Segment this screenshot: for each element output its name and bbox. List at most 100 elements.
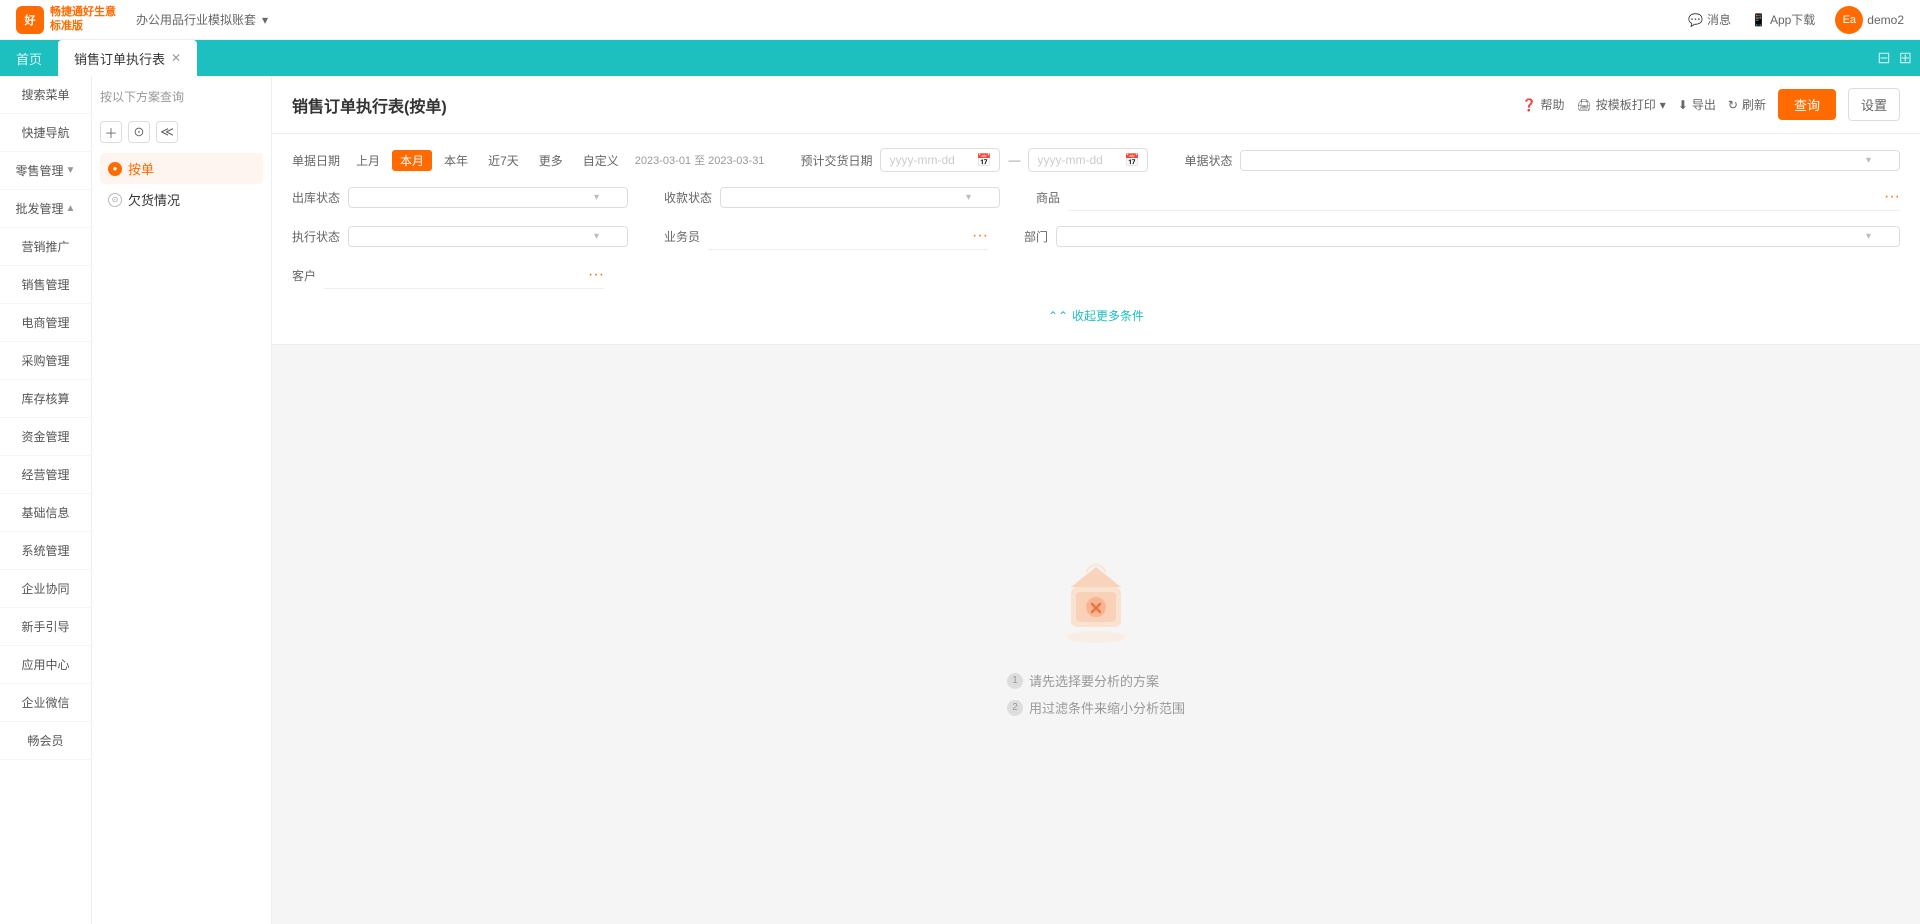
content-area: 销售订单执行表(按单) ❓ 帮助 🖨 按模板打印 ▾ ⬇ 导出 ↻ 刷新 [272, 76, 1920, 924]
sidebar-item-inventory[interactable]: 库存核算 [0, 380, 91, 418]
salesman-label: 业务员 [664, 228, 700, 245]
left-panel: 按以下方案查询 ＋ ⊙ ≪ ● 按单 ⊙ 欠货情况 [92, 76, 272, 924]
shipment-label: 出库状态 [292, 189, 340, 206]
empty-illustration [1046, 552, 1146, 655]
message-button[interactable]: 💬 消息 [1688, 11, 1731, 28]
execution-select[interactable]: ▾ [348, 226, 628, 247]
print-icon: 🖨 [1577, 98, 1592, 112]
date-separator: — [1008, 153, 1020, 167]
sidebar-item-apps[interactable]: 应用中心 [0, 646, 91, 684]
logo-area: 好 畅捷通好生意 标准版 [16, 6, 116, 34]
department-select[interactable]: ▾ [1056, 226, 1900, 247]
status-label: 单据状态 [1184, 152, 1232, 169]
query-button[interactable]: 查询 [1778, 89, 1836, 120]
sidebar: 搜索菜单 快捷导航 零售管理 ▼ 批发管理 ▲ 营销推广 销售管理 电商管理 采… [0, 76, 92, 924]
edit-scheme-button[interactable]: ⊙ [128, 121, 150, 143]
date-tab-this-year[interactable]: 本年 [436, 150, 476, 171]
filter-payment-group: 收款状态 ▾ [664, 187, 1000, 208]
print-dropdown-icon[interactable]: ▾ [1660, 98, 1666, 112]
sidebar-item-search[interactable]: 搜索菜单 [0, 76, 91, 114]
message-icon: 💬 [1688, 13, 1703, 27]
filter-panel: 单据日期 上月 本月 本年 近7天 更多 自定义 2023-03-01 至 20… [272, 134, 1920, 345]
sidebar-item-wechat[interactable]: 企业微信 [0, 684, 91, 722]
export-button[interactable]: ⬇ 导出 [1678, 96, 1716, 113]
top-header: 好 畅捷通好生意 标准版 办公用品行业模拟账套 ▾ 💬 消息 📱 App下载 E… [0, 0, 1920, 40]
goods-label: 商品 [1036, 189, 1060, 206]
tab-close-icon[interactable]: ✕ [171, 51, 181, 65]
expected-date-end[interactable]: yyyy-mm-dd 📅 [1028, 148, 1148, 172]
sidebar-item-retail[interactable]: 零售管理 ▼ [0, 152, 91, 190]
sidebar-item-finance[interactable]: 资金管理 [0, 418, 91, 456]
filter-row-2: 出库状态 ▾ 收款状态 ▾ 商品 ··· [292, 184, 1900, 211]
breadcrumb-dropdown-icon[interactable]: ▾ [262, 13, 268, 27]
collapse-panel-button[interactable]: ≪ [156, 121, 178, 143]
sidebar-item-shortcuts[interactable]: 快捷导航 [0, 114, 91, 152]
payment-caret-icon: ▾ [966, 192, 971, 203]
dot-order: ● [108, 162, 122, 176]
filter-shipment-group: 出库状态 ▾ [292, 187, 628, 208]
date-range-text: 2023-03-01 至 2023-03-31 [635, 152, 765, 168]
tab-minimize-icon[interactable]: ⊟ [1877, 48, 1890, 68]
date-tab-custom[interactable]: 自定义 [575, 150, 627, 171]
collapse-chevron-icon: ⌃⌃ [1048, 309, 1068, 323]
help-button[interactable]: ❓ 帮助 [1522, 96, 1565, 113]
filter-salesman-group: 业务员 ··· [664, 223, 988, 250]
shipment-select[interactable]: ▾ [348, 187, 628, 208]
add-scheme-button[interactable]: ＋ [100, 121, 122, 143]
refresh-button[interactable]: ↻ 刷新 [1728, 96, 1766, 113]
date-tab-more[interactable]: 更多 [531, 150, 571, 171]
tab-maximize-icon[interactable]: ⊞ [1899, 48, 1912, 68]
filter-expected-date-group: 预计交货日期 yyyy-mm-dd 📅 — yyyy-mm-dd 📅 [800, 148, 1148, 172]
payment-select[interactable]: ▾ [720, 187, 1000, 208]
date-tab-this-month[interactable]: 本月 [392, 150, 432, 171]
date-tab-last-month[interactable]: 上月 [348, 150, 388, 171]
settings-button[interactable]: 设置 [1848, 88, 1900, 121]
date-tab-7days[interactable]: 近7天 [480, 150, 527, 171]
filter-status-group: 单据状态 ▾ [1184, 150, 1900, 171]
panel-actions: ＋ ⊙ ≪ [100, 121, 263, 143]
date-label: 单据日期 [292, 152, 340, 169]
tab-home[interactable]: 首页 [0, 40, 58, 76]
print-button[interactable]: 🖨 按模板打印 ▾ [1577, 96, 1666, 113]
filter-row-1: 单据日期 上月 本月 本年 近7天 更多 自定义 2023-03-01 至 20… [292, 148, 1900, 172]
sidebar-item-ecommerce[interactable]: 电商管理 [0, 304, 91, 342]
breadcrumb: 办公用品行业模拟账套 ▾ [136, 11, 268, 28]
filter-date-group: 单据日期 上月 本月 本年 近7天 更多 自定义 2023-03-01 至 20… [292, 150, 764, 171]
sidebar-item-enterprise[interactable]: 企业协同 [0, 570, 91, 608]
sidebar-item-operations[interactable]: 经营管理 [0, 456, 91, 494]
sidebar-item-marketing[interactable]: 营销推广 [0, 228, 91, 266]
status-select[interactable]: ▾ [1240, 150, 1900, 171]
tab-sales-order[interactable]: 销售订单执行表 ✕ [58, 40, 197, 76]
customer-more-icon[interactable]: ··· [588, 266, 604, 284]
app-download-button[interactable]: 📱 App下载 [1751, 11, 1815, 28]
help-icon: ❓ [1522, 98, 1537, 112]
empty-tip-2: 2 用过滤条件来缩小分析范围 [1007, 698, 1185, 717]
sidebar-item-member[interactable]: 畅会员 [0, 722, 91, 760]
header-right: 💬 消息 📱 App下载 Ea demo2 [1688, 6, 1904, 34]
department-label: 部门 [1024, 228, 1048, 245]
logo-icon: 好 [16, 6, 44, 34]
sidebar-item-base-info[interactable]: 基础信息 [0, 494, 91, 532]
filter-row-4: 客户 ··· [292, 262, 1900, 289]
sidebar-item-wholesale[interactable]: 批发管理 ▲ [0, 190, 91, 228]
panel-menu-item-backorder[interactable]: ⊙ 欠货情况 [100, 184, 263, 215]
empty-state: 1 请先选择要分析的方案 2 用过滤条件来缩小分析范围 [272, 345, 1920, 924]
user-area[interactable]: Ea demo2 [1835, 6, 1904, 34]
calendar-end-icon: 📅 [1125, 153, 1140, 167]
calendar-start-icon: 📅 [977, 153, 992, 167]
sidebar-item-purchase[interactable]: 采购管理 [0, 342, 91, 380]
salesman-more-icon[interactable]: ··· [972, 227, 988, 245]
sidebar-item-newuser[interactable]: 新手引导 [0, 608, 91, 646]
filter-customer-group: 客户 ··· [292, 262, 604, 289]
filter-department-group: 部门 ▾ [1024, 226, 1900, 247]
execution-caret-icon: ▾ [594, 231, 599, 242]
collapse-button[interactable]: ⌃⌃ 收起更多条件 [292, 301, 1900, 330]
tab-bar: 首页 销售订单执行表 ✕ ⊟ ⊞ [0, 40, 1920, 76]
expected-date-start[interactable]: yyyy-mm-dd 📅 [880, 148, 1000, 172]
sidebar-retail-arrow: ▼ [66, 165, 76, 176]
goods-more-icon[interactable]: ··· [1884, 188, 1900, 206]
sidebar-item-sales[interactable]: 销售管理 [0, 266, 91, 304]
sidebar-item-system[interactable]: 系统管理 [0, 532, 91, 570]
panel-menu-item-order[interactable]: ● 按单 [100, 153, 263, 184]
empty-tip-1: 1 请先选择要分析的方案 [1007, 671, 1185, 690]
